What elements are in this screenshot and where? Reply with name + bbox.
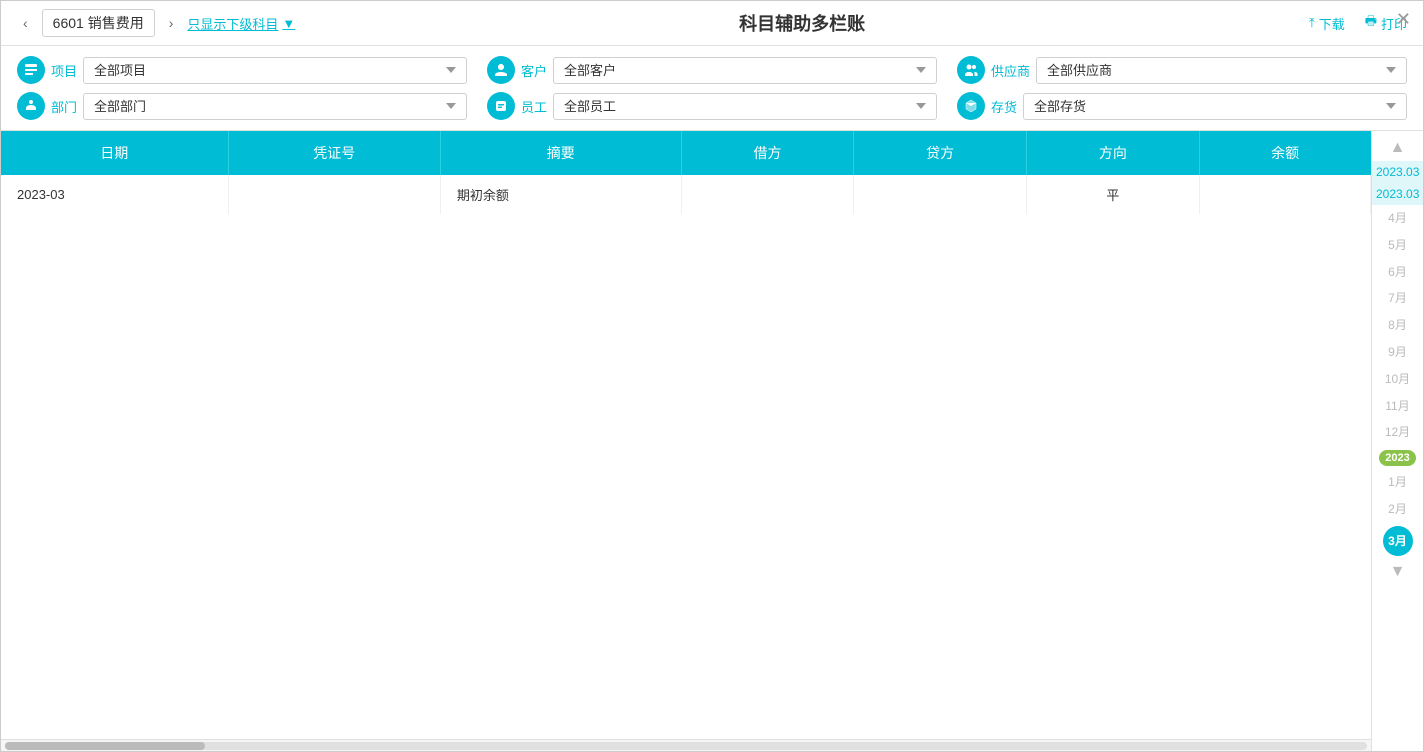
timeline-item-9[interactable]: 9月 bbox=[1372, 339, 1423, 366]
col-credit: 贷方 bbox=[854, 131, 1027, 175]
timeline-item-12[interactable]: 12月 bbox=[1372, 419, 1423, 446]
close-button[interactable]: ✕ bbox=[1396, 9, 1411, 30]
timeline-item-2[interactable]: 2月 bbox=[1372, 496, 1423, 523]
inventory-icon bbox=[957, 92, 985, 120]
supplier-label: 供应商 bbox=[991, 61, 1030, 80]
filter-item-customer: 客户 全部客户 bbox=[487, 56, 937, 84]
project-select[interactable]: 全部项目 bbox=[83, 57, 467, 84]
timeline-item-4[interactable]: 4月 bbox=[1372, 205, 1423, 232]
table-row: 2023-03 期初余额 平 bbox=[1, 175, 1371, 214]
filter-area: 项目 全部项目 客户 全部客户 供应商 bbox=[1, 46, 1423, 131]
employee-select[interactable]: 全部员工 bbox=[553, 93, 937, 120]
horizontal-scrollbar[interactable] bbox=[1, 739, 1371, 751]
filter-row-1: 项目 全部项目 客户 全部客户 供应商 bbox=[17, 56, 1407, 84]
filter-row-2: 部门 全部部门 员工 全部员工 存货 bbox=[17, 92, 1407, 120]
filter-item-department: 部门 全部部门 bbox=[17, 92, 467, 120]
col-balance: 余额 bbox=[1199, 131, 1370, 175]
timeline-up-arrow[interactable]: ▲ bbox=[1372, 135, 1423, 161]
customer-icon bbox=[487, 56, 515, 84]
chevron-down-icon: ▼ bbox=[282, 16, 295, 31]
filter-item-project: 项目 全部项目 bbox=[17, 56, 467, 84]
cell-direction: 平 bbox=[1026, 175, 1199, 214]
inventory-select[interactable]: 全部存货 bbox=[1023, 93, 1407, 120]
timeline-item-11[interactable]: 11月 bbox=[1372, 393, 1423, 420]
filter-item-inventory: 存货 全部存货 bbox=[957, 92, 1407, 120]
ledger-table: 日期 凭证号 摘要 借方 贷方 方向 余额 2023-03 bbox=[1, 131, 1371, 214]
main-window: ‹ 6601 销售费用 › 只显示下级科目 ▼ 科目辅助多栏账 ⤒ 下载 🖶 打… bbox=[0, 0, 1424, 752]
col-direction: 方向 bbox=[1026, 131, 1199, 175]
timeline-item-2023-03-1[interactable]: 2023.03 bbox=[1372, 161, 1423, 183]
prev-account-button[interactable]: ‹ bbox=[17, 13, 34, 33]
col-summary: 摘要 bbox=[440, 131, 681, 175]
account-code-display: 6601 销售费用 bbox=[42, 9, 155, 37]
project-icon bbox=[17, 56, 45, 84]
supplier-select[interactable]: 全部供应商 bbox=[1036, 57, 1407, 84]
employee-label: 员工 bbox=[521, 97, 547, 116]
col-voucher: 凭证号 bbox=[228, 131, 440, 175]
download-icon: ⤒ bbox=[1309, 15, 1315, 31]
department-select[interactable]: 全部部门 bbox=[83, 93, 467, 120]
show-sub-label: 只显示下级科目 bbox=[187, 14, 278, 33]
cell-credit bbox=[854, 175, 1027, 214]
timeline-item-10[interactable]: 10月 bbox=[1372, 366, 1423, 393]
table-area: 日期 凭证号 摘要 借方 贷方 方向 余额 2023-03 bbox=[1, 131, 1371, 751]
timeline-item-5[interactable]: 5月 bbox=[1372, 232, 1423, 259]
next-account-button[interactable]: › bbox=[163, 13, 180, 33]
table-wrapper[interactable]: 日期 凭证号 摘要 借方 贷方 方向 余额 2023-03 bbox=[1, 131, 1371, 739]
timeline-item-7[interactable]: 7月 bbox=[1372, 285, 1423, 312]
supplier-icon bbox=[957, 56, 985, 84]
cell-summary: 期初余额 bbox=[440, 175, 681, 214]
show-sub-dropdown[interactable]: 只显示下级科目 ▼ bbox=[187, 14, 295, 33]
department-icon bbox=[17, 92, 45, 120]
timeline-item-3-active[interactable]: 3月 bbox=[1383, 526, 1413, 556]
timeline-down-arrow[interactable]: ▼ bbox=[1372, 559, 1423, 585]
filter-item-supplier: 供应商 全部供应商 bbox=[957, 56, 1407, 84]
cell-debit bbox=[681, 175, 854, 214]
cell-date: 2023-03 bbox=[1, 175, 228, 214]
download-button[interactable]: ⤒ 下载 bbox=[1309, 14, 1345, 33]
title-bar-left: ‹ 6601 销售费用 › 只显示下级科目 ▼ bbox=[17, 9, 295, 37]
col-date: 日期 bbox=[1, 131, 228, 175]
scrollbar-track bbox=[5, 742, 1367, 750]
customer-label: 客户 bbox=[521, 61, 547, 80]
table-header-row: 日期 凭证号 摘要 借方 贷方 方向 余额 bbox=[1, 131, 1371, 175]
timeline-item-1[interactable]: 1月 bbox=[1372, 469, 1423, 496]
department-label: 部门 bbox=[51, 97, 77, 116]
col-debit: 借方 bbox=[681, 131, 854, 175]
timeline-item-2023-03-2[interactable]: 2023.03 bbox=[1372, 183, 1423, 205]
cell-balance bbox=[1199, 175, 1370, 214]
title-bar: ‹ 6601 销售费用 › 只显示下级科目 ▼ 科目辅助多栏账 ⤒ 下载 🖶 打… bbox=[1, 1, 1423, 46]
year-badge-2023: 2023 bbox=[1379, 450, 1415, 466]
page-title: 科目辅助多栏账 bbox=[739, 10, 865, 36]
inventory-label: 存货 bbox=[991, 97, 1017, 116]
cell-voucher bbox=[228, 175, 440, 214]
main-content: 日期 凭证号 摘要 借方 贷方 方向 余额 2023-03 bbox=[1, 131, 1423, 751]
customer-select[interactable]: 全部客户 bbox=[553, 57, 937, 84]
filter-item-employee: 员工 全部员工 bbox=[487, 92, 937, 120]
employee-icon bbox=[487, 92, 515, 120]
timeline-item-8[interactable]: 8月 bbox=[1372, 312, 1423, 339]
scrollbar-thumb bbox=[5, 742, 205, 750]
print-icon: 🖶 bbox=[1365, 12, 1377, 34]
timeline-item-6[interactable]: 6月 bbox=[1372, 259, 1423, 286]
project-label: 项目 bbox=[51, 61, 77, 80]
timeline-sidebar[interactable]: ▲ 2023.03 2023.03 4月 5月 6月 7月 8月 9月 10月 … bbox=[1371, 131, 1423, 751]
title-bar-right: ⤒ 下载 🖶 打印 bbox=[1309, 12, 1407, 34]
